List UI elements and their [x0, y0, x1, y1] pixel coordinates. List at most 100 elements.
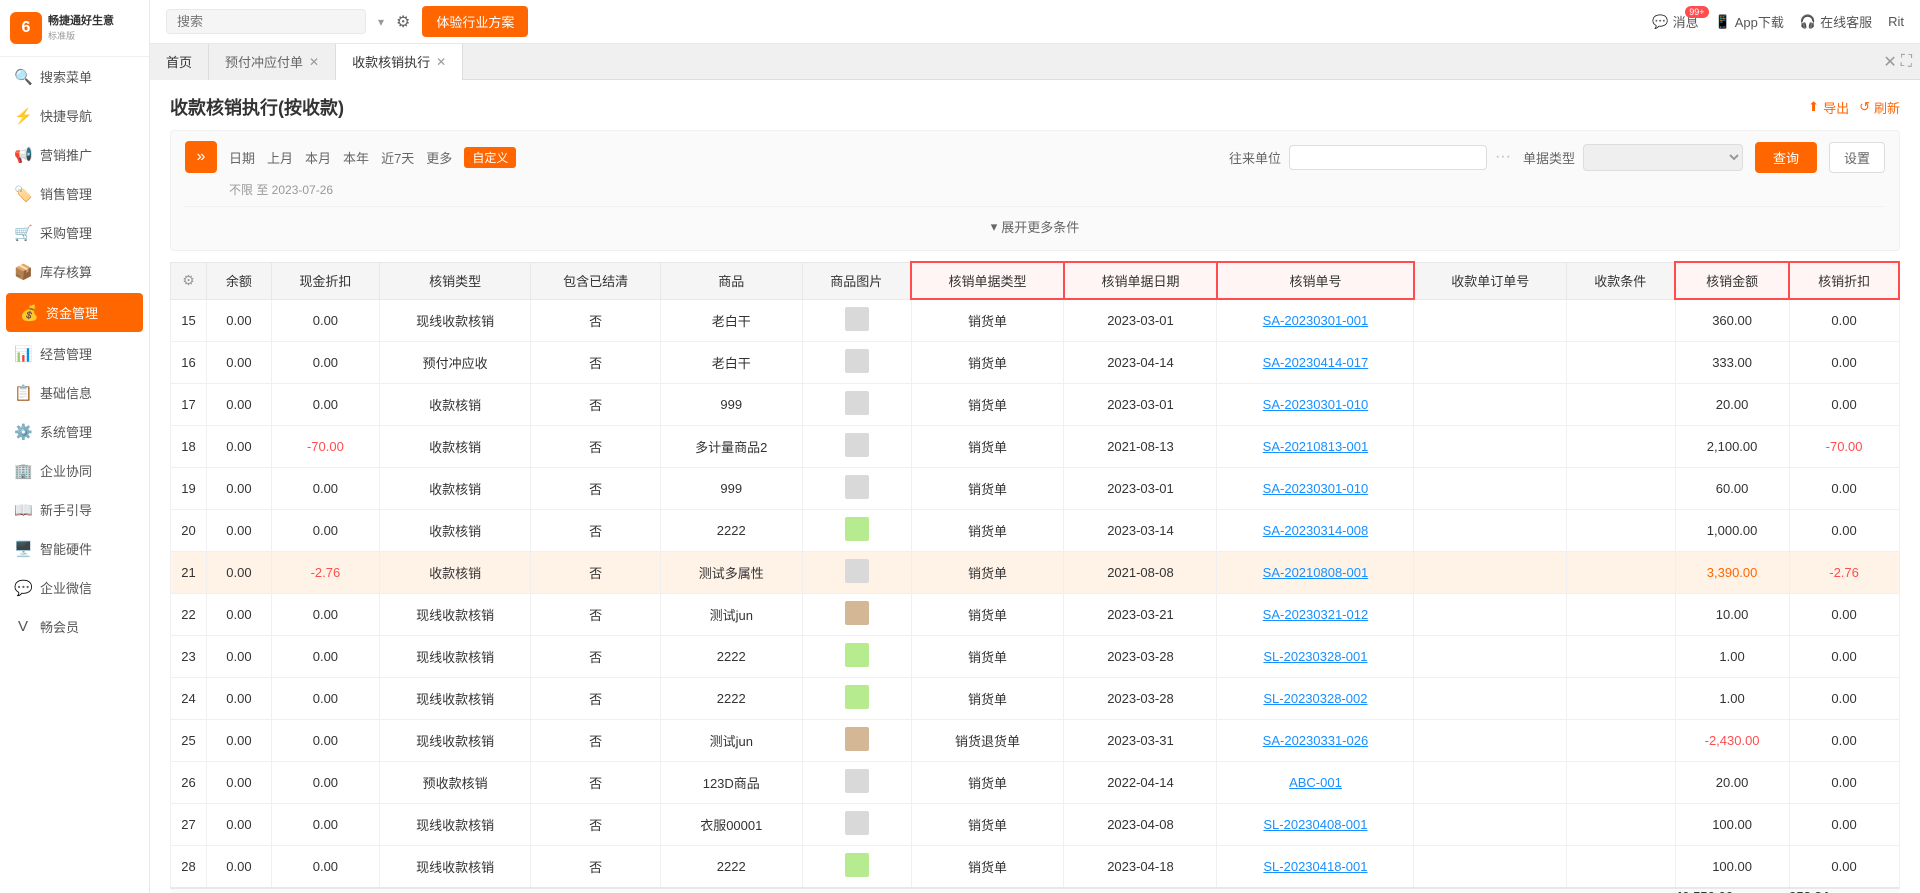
- tab-collection[interactable]: 收款核销执行 ✕: [336, 44, 463, 80]
- filter-toggle-button[interactable]: »: [185, 141, 217, 173]
- cell-payment-terms: [1566, 593, 1675, 635]
- cell-writeoff-doc-no[interactable]: SL-20230418-001: [1217, 845, 1414, 888]
- cell-balance: 0.00: [207, 719, 272, 761]
- cell-writeoff-doc-no[interactable]: SA-20230301-010: [1217, 383, 1414, 425]
- gear-icon[interactable]: ⚙: [396, 12, 410, 32]
- tab-prepay[interactable]: 预付冲应付单 ✕: [209, 44, 336, 80]
- col-writeoff-amount: 核销金额: [1675, 262, 1789, 299]
- cell-num: 25: [171, 719, 207, 761]
- cell-writeoff-doc-date: 2023-04-08: [1064, 803, 1217, 845]
- cell-writeoff-discount: 0.00: [1789, 341, 1899, 383]
- cell-goods-img: [802, 467, 911, 509]
- filter-date-more[interactable]: 更多: [426, 148, 452, 167]
- cell-writeoff-doc-no[interactable]: SL-20230408-001: [1217, 803, 1414, 845]
- cell-writeoff-type: 收款核销: [379, 425, 530, 467]
- table-row: 21 0.00 -2.76 收款核销 否 测试多属性 销货单 2021-08-0…: [171, 551, 1900, 593]
- sidebar-item-wechat[interactable]: 💬 企业微信: [0, 568, 149, 607]
- sidebar-item-guide[interactable]: 📖 新手引导: [0, 490, 149, 529]
- cell-writeoff-doc-no[interactable]: SA-20230414-017: [1217, 341, 1414, 383]
- unit-dots-icon[interactable]: ···: [1495, 148, 1511, 166]
- unit-input[interactable]: [1289, 145, 1487, 170]
- sidebar-item-finance[interactable]: 💰 资金管理: [6, 293, 143, 332]
- filter-setting-button[interactable]: 设置: [1829, 142, 1885, 173]
- cell-writeoff-amount: 20.00: [1675, 761, 1789, 803]
- cell-writeoff-discount: -70.00: [1789, 425, 1899, 467]
- search-input[interactable]: [166, 9, 366, 34]
- cell-writeoff-doc-date: 2021-08-08: [1064, 551, 1217, 593]
- logo-badge: 标准版: [48, 29, 114, 42]
- cell-num: 16: [171, 341, 207, 383]
- tab-collection-close[interactable]: ✕: [436, 55, 446, 69]
- export-button[interactable]: ⬆ 导出: [1808, 98, 1849, 117]
- cell-include-settled: 否: [531, 635, 661, 677]
- sidebar-item-hardware[interactable]: 🖥️ 智能硬件: [0, 529, 149, 568]
- cell-goods: 2222: [660, 635, 802, 677]
- col-settings[interactable]: ⚙: [171, 262, 207, 299]
- cell-writeoff-doc-type: 销货单: [911, 509, 1064, 551]
- cell-payment-terms: [1566, 509, 1675, 551]
- cell-writeoff-type: 收款核销: [379, 383, 530, 425]
- cell-writeoff-doc-no[interactable]: SA-20210808-001: [1217, 551, 1414, 593]
- solution-button[interactable]: 体验行业方案: [422, 6, 528, 37]
- filter-date-last-month[interactable]: 上月: [267, 148, 293, 167]
- column-settings-icon[interactable]: ⚙: [182, 272, 195, 288]
- member-icon: V: [14, 618, 32, 635]
- cell-writeoff-doc-no[interactable]: SA-20230314-008: [1217, 509, 1414, 551]
- sidebar-item-purchase[interactable]: 🛒 采购管理: [0, 213, 149, 252]
- export-icon: ⬆: [1808, 99, 1819, 115]
- close-window-icon[interactable]: ✕: [1883, 52, 1896, 72]
- refresh-button[interactable]: ↺ 刷新: [1859, 98, 1900, 117]
- cell-writeoff-doc-type: 销货单: [911, 467, 1064, 509]
- table-footer-row: 40,556,66... 952.24: [171, 888, 1900, 893]
- sidebar-item-basic[interactable]: 📋 基础信息: [0, 373, 149, 412]
- cell-goods: 123D商品: [660, 761, 802, 803]
- data-table-wrap: ⚙ 余额 现金折扣 核销类型 包含已结清 商品 商品图片 核销单据类型 核销单据…: [150, 261, 1920, 893]
- cell-goods-img: [802, 299, 911, 341]
- expand-window-icon[interactable]: ⛶: [1901, 53, 1912, 71]
- cell-writeoff-doc-no[interactable]: SA-20230301-010: [1217, 467, 1414, 509]
- cell-writeoff-doc-date: 2023-03-14: [1064, 509, 1217, 551]
- sidebar-item-corp[interactable]: 🏢 企业协同: [0, 451, 149, 490]
- cell-goods: 2222: [660, 509, 802, 551]
- cell-cash-discount: 0.00: [271, 341, 379, 383]
- cell-writeoff-doc-no[interactable]: SA-20230301-001: [1217, 299, 1414, 341]
- sidebar-item-member[interactable]: V 畅会员: [0, 607, 149, 646]
- cell-writeoff-doc-no[interactable]: ABC-001: [1217, 761, 1414, 803]
- guide-icon: 📖: [14, 501, 32, 519]
- query-button[interactable]: 查询: [1755, 142, 1817, 173]
- sidebar-item-search[interactable]: 🔍 搜索菜单: [0, 57, 149, 96]
- sidebar-item-marketing[interactable]: 📢 营销推广: [0, 135, 149, 174]
- filter-date-7days[interactable]: 近7天: [381, 148, 414, 167]
- sidebar-item-operation[interactable]: 📊 经营管理: [0, 334, 149, 373]
- sidebar-item-quick[interactable]: ⚡ 快捷导航: [0, 96, 149, 135]
- sidebar-item-system[interactable]: ⚙️ 系统管理: [0, 412, 149, 451]
- cell-writeoff-doc-no[interactable]: SL-20230328-001: [1217, 635, 1414, 677]
- cell-writeoff-amount: 2,100.00: [1675, 425, 1789, 467]
- tab-prepay-close[interactable]: ✕: [309, 55, 319, 69]
- cell-writeoff-discount: 0.00: [1789, 719, 1899, 761]
- sidebar-item-sales[interactable]: 🏷️ 销售管理: [0, 174, 149, 213]
- sidebar-label-guide: 新手引导: [40, 500, 92, 519]
- doc-type-select[interactable]: [1583, 144, 1743, 171]
- sidebar-label-marketing: 营销推广: [40, 145, 92, 164]
- app-download-button[interactable]: 📱 App下载: [1715, 12, 1784, 31]
- cell-writeoff-doc-no[interactable]: SA-20230321-012: [1217, 593, 1414, 635]
- cell-writeoff-doc-no[interactable]: SA-20230331-026: [1217, 719, 1414, 761]
- message-button[interactable]: 💬 消息 99+: [1652, 12, 1698, 31]
- cell-writeoff-doc-no[interactable]: SA-20210813-001: [1217, 425, 1414, 467]
- cell-writeoff-doc-no[interactable]: SL-20230328-002: [1217, 677, 1414, 719]
- unit-label: 往来单位: [1229, 148, 1281, 167]
- filter-date-this-month[interactable]: 本月: [305, 148, 331, 167]
- col-collection-order-no: 收款单订单号: [1414, 262, 1566, 299]
- cell-writeoff-type: 预付冲应收: [379, 341, 530, 383]
- user-account[interactable]: Rit: [1888, 14, 1904, 29]
- cell-balance: 0.00: [207, 383, 272, 425]
- cell-cash-discount: 0.00: [271, 803, 379, 845]
- filter-date-this-year[interactable]: 本年: [343, 148, 369, 167]
- expand-filter-button[interactable]: ▾ 展开更多条件: [987, 213, 1084, 240]
- filter-date-custom-button[interactable]: 自定义: [464, 147, 516, 168]
- col-writeoff-doc-no: 核销单号: [1217, 262, 1414, 299]
- sidebar-item-inventory[interactable]: 📦 库存核算: [0, 252, 149, 291]
- online-service-button[interactable]: 🎧 在线客服: [1800, 12, 1872, 31]
- tab-home[interactable]: 首页: [150, 44, 209, 80]
